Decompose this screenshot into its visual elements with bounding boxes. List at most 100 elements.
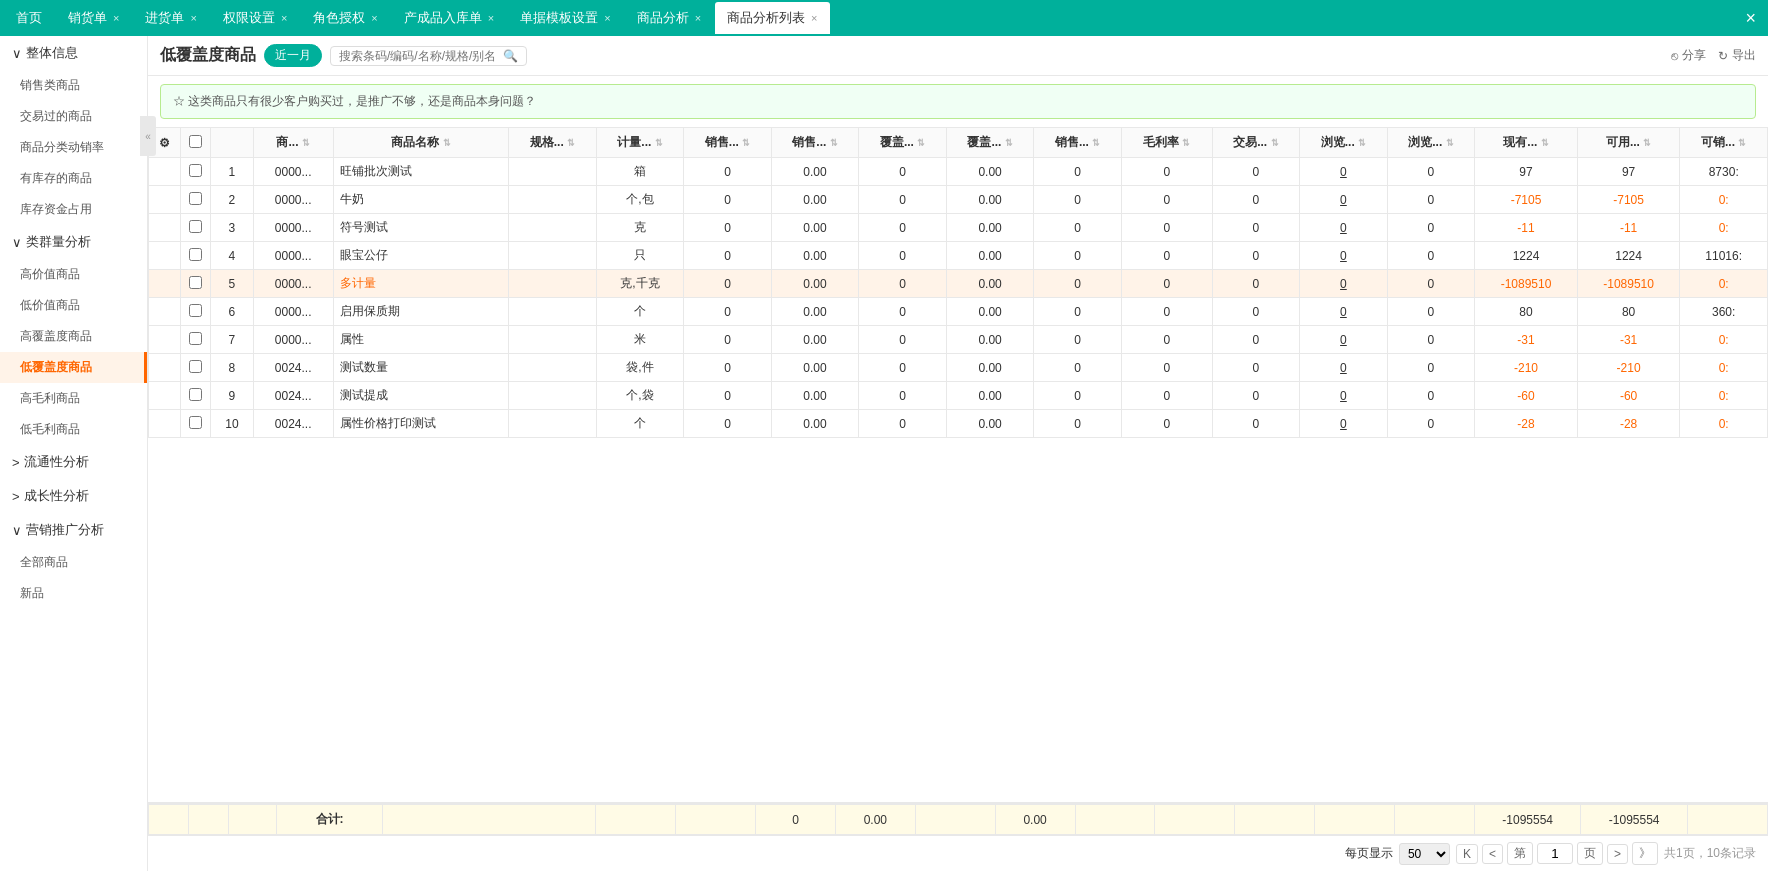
col-code[interactable]: 商... ⇅ — [253, 128, 333, 158]
nav-tab-analysis-list[interactable]: 商品分析列表 × — [715, 2, 829, 34]
nav-tab-analysis[interactable]: 商品分析 × — [625, 2, 713, 34]
nav-tab-roles[interactable]: 角色授权 × — [301, 2, 389, 34]
row-name[interactable]: 牛奶 — [333, 186, 509, 214]
sidebar-item-sales-goods[interactable]: 销售类商品 — [0, 70, 147, 101]
row-browse1[interactable]: 0 — [1300, 270, 1388, 298]
sidebar-item-goods-turnover[interactable]: 商品分类动销率 — [0, 132, 147, 163]
row-browse1[interactable]: 0 — [1300, 354, 1388, 382]
page-input[interactable] — [1537, 843, 1573, 864]
nav-tab-analysis-close[interactable]: × — [695, 12, 701, 24]
row-name[interactable]: 眼宝公仔 — [333, 242, 509, 270]
col-coverage2[interactable]: 覆盖... ⇅ — [946, 128, 1034, 158]
col-unit[interactable]: 计量... ⇅ — [596, 128, 684, 158]
col-sales-amt[interactable]: 销售... ⇅ — [771, 128, 859, 158]
sidebar-item-high-profit[interactable]: 高毛利商品 — [0, 383, 147, 414]
row-browse1[interactable]: 0 — [1300, 382, 1388, 410]
row-name[interactable]: 属性 — [333, 326, 509, 354]
row-select-checkbox[interactable] — [189, 164, 202, 177]
row-name[interactable]: 测试提成 — [333, 382, 509, 410]
table-wrapper[interactable]: ⚙ 商... ⇅ 商品名称 ⇅ 规格... ⇅ 计量... ⇅ 销售... ⇅ … — [148, 127, 1768, 802]
row-select-checkbox[interactable] — [189, 416, 202, 429]
row-browse1[interactable]: 0 — [1300, 326, 1388, 354]
row-select-checkbox[interactable] — [189, 360, 202, 373]
row-select-checkbox[interactable] — [189, 332, 202, 345]
row-select-checkbox[interactable] — [189, 192, 202, 205]
page-next-btn[interactable]: > — [1607, 844, 1628, 864]
row-name[interactable]: 属性价格打印测试 — [333, 410, 509, 438]
col-browse1[interactable]: 浏览... ⇅ — [1300, 128, 1388, 158]
nav-tab-templates[interactable]: 单据模板设置 × — [508, 2, 622, 34]
col-gross-rate[interactable]: 毛利率 ⇅ — [1121, 128, 1212, 158]
col-transaction[interactable]: 交易... ⇅ — [1212, 128, 1300, 158]
col-current[interactable]: 现有... ⇅ — [1475, 128, 1578, 158]
nav-tab-home[interactable]: 首页 — [4, 2, 54, 34]
row-browse1[interactable]: 0 — [1300, 158, 1388, 186]
nav-close-all[interactable]: × — [1737, 8, 1764, 29]
nav-tab-roles-close[interactable]: × — [371, 12, 377, 24]
col-coverage1[interactable]: 覆盖... ⇅ — [859, 128, 947, 158]
row-select-checkbox[interactable] — [189, 276, 202, 289]
row-code: 0024... — [253, 382, 333, 410]
col-browse2[interactable]: 浏览... ⇅ — [1387, 128, 1475, 158]
sidebar-item-traded-goods[interactable]: 交易过的商品 — [0, 101, 147, 132]
filter-btn-recent-month[interactable]: 近一月 — [264, 44, 322, 67]
sidebar-section-marketing[interactable]: ∨ 营销推广分析 — [0, 513, 147, 547]
share-button[interactable]: ⎋ 分享 — [1671, 47, 1706, 64]
row-num: 9 — [211, 382, 253, 410]
col-available[interactable]: 可用... ⇅ — [1577, 128, 1680, 158]
page-prev-btn[interactable]: < — [1482, 844, 1503, 864]
nav-tab-sales[interactable]: 销货单 × — [56, 2, 131, 34]
row-name[interactable]: 测试数量 — [333, 354, 509, 382]
row-select-checkbox[interactable] — [189, 248, 202, 261]
nav-tab-sales-close[interactable]: × — [113, 12, 119, 24]
sidebar-item-high-coverage[interactable]: 高覆盖度商品 — [0, 321, 147, 352]
export-button[interactable]: ↻ 导出 — [1718, 47, 1756, 64]
row-browse1[interactable]: 0 — [1300, 242, 1388, 270]
nav-tab-permissions[interactable]: 权限设置 × — [211, 2, 299, 34]
nav-tab-analysis-list-close[interactable]: × — [811, 12, 817, 24]
col-sellable[interactable]: 可销... ⇅ — [1680, 128, 1768, 158]
total-cov2: 0.00 — [995, 805, 1075, 835]
search-input[interactable] — [339, 49, 499, 63]
col-sales2[interactable]: 销售... ⇅ — [1034, 128, 1122, 158]
page-last-btn[interactable]: 》 — [1632, 842, 1658, 865]
row-browse1[interactable]: 0 — [1300, 214, 1388, 242]
nav-tab-products[interactable]: 产成品入库单 × — [392, 2, 506, 34]
col-sales-qty[interactable]: 销售... ⇅ — [684, 128, 772, 158]
sidebar-collapse-button[interactable]: « — [140, 116, 156, 156]
col-spec[interactable]: 规格... ⇅ — [509, 128, 597, 158]
row-browse1[interactable]: 0 — [1300, 298, 1388, 326]
row-name[interactable]: 旺铺批次测试 — [333, 158, 509, 186]
nav-tab-purchase[interactable]: 进货单 × — [133, 2, 208, 34]
sidebar-item-stock-capital[interactable]: 库存资金占用 — [0, 194, 147, 225]
sidebar-item-high-value[interactable]: 高价值商品 — [0, 259, 147, 290]
sidebar-item-new-goods[interactable]: 新品 — [0, 578, 147, 609]
row-name[interactable]: 启用保质期 — [333, 298, 509, 326]
select-all-checkbox[interactable] — [189, 135, 202, 148]
sidebar-item-low-coverage[interactable]: 低覆盖度商品 — [0, 352, 147, 383]
row-checkbox — [181, 298, 211, 326]
sidebar-section-flow[interactable]: > 流通性分析 — [0, 445, 147, 479]
row-name[interactable]: 多计量 — [333, 270, 509, 298]
row-select-checkbox[interactable] — [189, 304, 202, 317]
row-select-checkbox[interactable] — [189, 388, 202, 401]
col-name[interactable]: 商品名称 ⇅ — [333, 128, 509, 158]
sidebar-item-in-stock[interactable]: 有库存的商品 — [0, 163, 147, 194]
nav-tab-permissions-close[interactable]: × — [281, 12, 287, 24]
nav-tab-purchase-close[interactable]: × — [190, 12, 196, 24]
nav-tab-templates-close[interactable]: × — [604, 12, 610, 24]
per-page-select[interactable]: 50 20 100 — [1399, 843, 1450, 865]
sidebar-section-category[interactable]: ∨ 类群量分析 — [0, 225, 147, 259]
row-unit: 只 — [596, 242, 684, 270]
sidebar-item-all-goods[interactable]: 全部商品 — [0, 547, 147, 578]
sidebar-section-growth[interactable]: > 成长性分析 — [0, 479, 147, 513]
row-name[interactable]: 符号测试 — [333, 214, 509, 242]
row-select-checkbox[interactable] — [189, 220, 202, 233]
row-browse1[interactable]: 0 — [1300, 186, 1388, 214]
sidebar-section-overview[interactable]: ∨ 整体信息 — [0, 36, 147, 70]
sidebar-item-low-profit[interactable]: 低毛利商品 — [0, 414, 147, 445]
nav-tab-products-close[interactable]: × — [488, 12, 494, 24]
sidebar-item-low-value[interactable]: 低价值商品 — [0, 290, 147, 321]
page-first-btn[interactable]: K — [1456, 844, 1478, 864]
row-browse1[interactable]: 0 — [1300, 410, 1388, 438]
